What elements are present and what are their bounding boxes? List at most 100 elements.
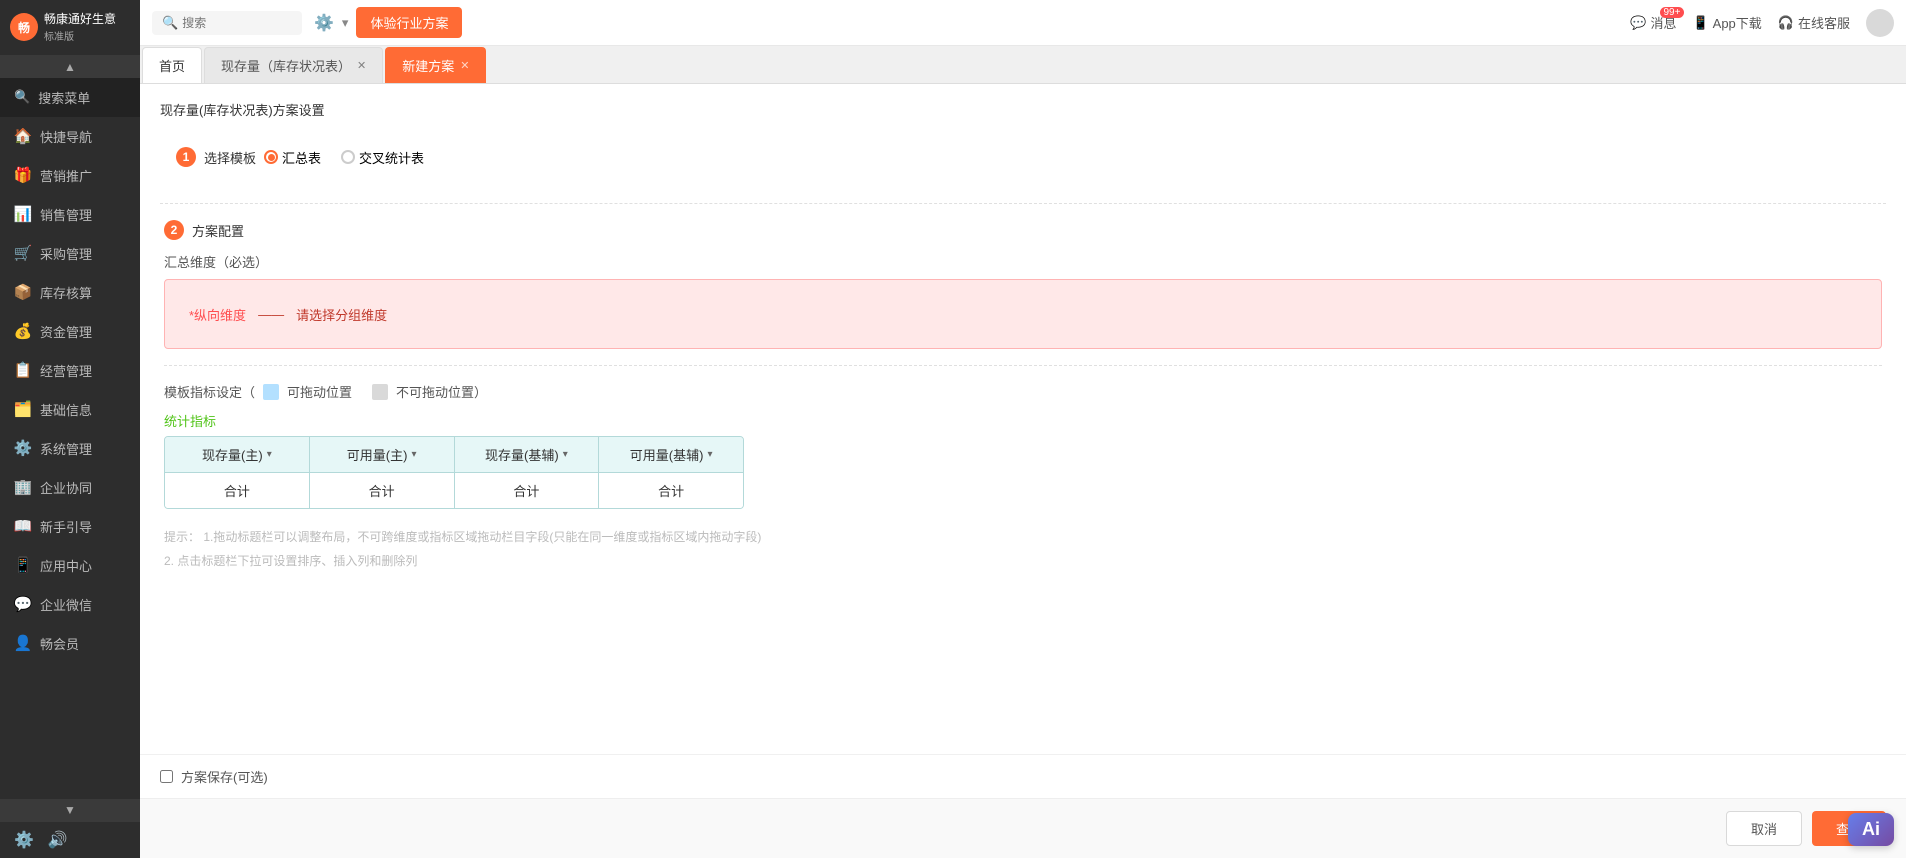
sidebar-scroll-up[interactable]: ▲	[0, 56, 140, 78]
tips-title: 提示： 1.拖动标题栏可以调整布局，不可跨维度或指标区域拖动栏目字段(只能在同一…	[164, 525, 1882, 549]
tab-inventory-status-label: 现存量（库存状况表）	[221, 56, 351, 75]
sidebar-item-label: 基础信息	[40, 400, 92, 419]
stats-col-3[interactable]: 可用量(基辅) ▾	[599, 437, 743, 472]
sidebar-item-company[interactable]: 🏢 企业协同	[0, 468, 140, 507]
radio-cross[interactable]: 交叉统计表	[341, 148, 424, 167]
radio-summary-label: 汇总表	[282, 148, 321, 167]
sidebar-item-newguide[interactable]: 📖 新手引导	[0, 507, 140, 546]
settings-icon[interactable]: ⚙️	[14, 830, 34, 850]
section-scheme-config: 2 方案配置 汇总维度（必选） *纵向维度 —— 请选择分组维度 模板指标设定（…	[160, 220, 1886, 573]
stats-col-2-label: 现存量(基辅)	[485, 445, 559, 464]
section2-num: 2	[164, 220, 184, 240]
app-download-label: App下载	[1713, 13, 1762, 32]
sidebar-item-label: 采购管理	[40, 244, 92, 263]
tab-home[interactable]: 首页	[142, 47, 202, 83]
sidebar-item-operation[interactable]: 📋 经营管理	[0, 351, 140, 390]
topbar-gear-icon[interactable]: ⚙️	[314, 13, 334, 33]
sidebar-item-wechat[interactable]: 💬 企业微信	[0, 585, 140, 624]
radio-summary[interactable]: 汇总表	[264, 148, 321, 167]
sidebar-scroll-down[interactable]: ▼	[0, 799, 140, 821]
sidebar-item-label: 畅会员	[40, 634, 79, 653]
sidebar-item-quicknav[interactable]: 🏠 快捷导航	[0, 117, 140, 156]
stats-col-1-chevron[interactable]: ▾	[411, 449, 416, 460]
sound-icon[interactable]: 🔊	[48, 830, 68, 850]
sidebar-item-label: 营销推广	[40, 166, 92, 185]
stats-col-2-chevron[interactable]: ▾	[563, 449, 568, 460]
message-icon: 💬	[1630, 15, 1646, 31]
sidebar-item-basic[interactable]: 🗂️ 基础信息	[0, 390, 140, 429]
tab-new-scheme-close[interactable]: ✕	[460, 59, 469, 72]
app-download-button[interactable]: 📱 App下载	[1692, 13, 1761, 32]
stats-table-header: 现存量(主) ▾ 可用量(主) ▾ 现存量(基辅) ▾	[165, 437, 743, 472]
online-service-button[interactable]: 🎧 在线客服	[1778, 13, 1850, 32]
topbar-right: 💬 消息 99+ 📱 App下载 🎧 在线客服	[1630, 9, 1894, 37]
sidebar-item-system[interactable]: ⚙️ 系统管理	[0, 429, 140, 468]
stats-cell-2: 合计	[455, 473, 600, 508]
sidebar-item-label: 系统管理	[40, 439, 92, 458]
box-icon: 📦	[14, 283, 32, 301]
tabs-bar: 首页 现存量（库存状况表） ✕ 新建方案 ✕ ✕ ⛶	[140, 46, 1906, 84]
tips-item-0: 1.拖动标题栏可以调整布局，不可跨维度或指标区域拖动栏目字段(只能在同一维度或指…	[203, 530, 761, 544]
sidebar-item-member[interactable]: 👤 畅会员	[0, 624, 140, 663]
topbar-search-box[interactable]: 🔍	[152, 11, 302, 35]
tab-home-label: 首页	[159, 56, 185, 75]
clipboard-icon: 📋	[14, 361, 32, 379]
sidebar-item-label: 新手引导	[40, 517, 92, 536]
indicator-section: 模板指标设定（ 可拖动位置 不可拖动位置） 统计指标 现存量(主) ▾	[164, 382, 1882, 509]
stats-col-0-chevron[interactable]: ▾	[267, 449, 272, 460]
section2-title: 方案配置	[192, 221, 244, 240]
folder-icon: 🗂️	[14, 400, 32, 418]
stats-col-2[interactable]: 现存量(基辅) ▾	[455, 437, 600, 472]
page-title: 现存量(库存状况表)方案设置	[160, 100, 1886, 119]
stats-cell-0: 合计	[165, 473, 310, 508]
sidebar-logo: 畅 畅康通好生意 标准版	[0, 0, 140, 56]
topbar-search-input[interactable]	[182, 16, 292, 30]
sidebar-bottom: ⚙️ 🔊	[0, 821, 140, 858]
chat-icon: 💬	[14, 595, 32, 613]
home-icon: 🏠	[14, 127, 32, 145]
stats-col-3-chevron[interactable]: ▾	[707, 449, 712, 460]
message-button[interactable]: 💬 消息 99+	[1630, 13, 1676, 32]
tab-inventory-status[interactable]: 现存量（库存状况表） ✕	[204, 47, 383, 83]
sidebar-item-label: 经营管理	[40, 361, 92, 380]
topbar-dropdown-icon[interactable]: ▾	[342, 15, 349, 31]
sidebar-item-label: 销售管理	[40, 205, 92, 224]
sidebar-item-sales[interactable]: 📊 销售管理	[0, 195, 140, 234]
draggable-label: 可拖动位置	[287, 382, 352, 401]
building-icon: 🏢	[14, 478, 32, 496]
sidebar-item-search[interactable]: 🔍 搜索菜单	[0, 78, 140, 117]
sidebar-item-label: 企业协同	[40, 478, 92, 497]
cart-icon: 🛒	[14, 244, 32, 262]
app-name: 畅康通好生意	[44, 12, 116, 28]
indicator-label-text: 模板指标设定（	[164, 382, 255, 401]
app-version: 标准版	[44, 28, 116, 43]
section-choose-template: 1 选择模板 汇总表 交叉统计表	[160, 133, 1886, 187]
tab-inventory-status-close[interactable]: ✕	[357, 59, 366, 72]
tab-new-scheme[interactable]: 新建方案 ✕	[385, 47, 486, 83]
book-icon: 📖	[14, 517, 32, 535]
sidebar-item-marketing[interactable]: 🎁 营销推广	[0, 156, 140, 195]
tips-item-1: 2. 点击标题栏下拉可设置排序、插入列和删除列	[164, 549, 1882, 573]
sidebar-item-inventory[interactable]: 📦 库存核算	[0, 273, 140, 312]
sidebar-item-purchase[interactable]: 🛒 采购管理	[0, 234, 140, 273]
radio-summary-circle	[264, 150, 278, 164]
trial-button[interactable]: 体验行业方案	[356, 7, 462, 38]
save-checkbox[interactable]	[160, 770, 173, 783]
save-label: 方案保存(可选)	[181, 767, 268, 786]
stats-col-0[interactable]: 现存量(主) ▾	[165, 437, 310, 472]
gift-icon: 🎁	[14, 166, 32, 184]
sidebar-item-appcenter[interactable]: 📱 应用中心	[0, 546, 140, 585]
cancel-button[interactable]: 取消	[1726, 811, 1802, 846]
stats-col-0-label: 现存量(主)	[202, 445, 263, 464]
dim-placeholder[interactable]: 请选择分组维度	[296, 305, 387, 324]
topbar: 🔍 ⚙️ ▾ 体验行业方案 💬 消息 99+ 📱 App下载 🎧 在线客服	[140, 0, 1906, 46]
money-icon: 💰	[14, 322, 32, 340]
section1-num: 1	[176, 147, 196, 167]
ai-badge[interactable]: Ai	[1848, 813, 1894, 846]
gear-icon: ⚙️	[14, 439, 32, 457]
sidebar-item-finance[interactable]: 💰 资金管理	[0, 312, 140, 351]
tab-new-scheme-label: 新建方案	[402, 56, 454, 75]
content-area: 现存量(库存状况表)方案设置 1 选择模板 汇总表 交叉统计表	[140, 84, 1906, 754]
stats-col-1[interactable]: 可用量(主) ▾	[310, 437, 455, 472]
user-avatar[interactable]	[1866, 9, 1894, 37]
